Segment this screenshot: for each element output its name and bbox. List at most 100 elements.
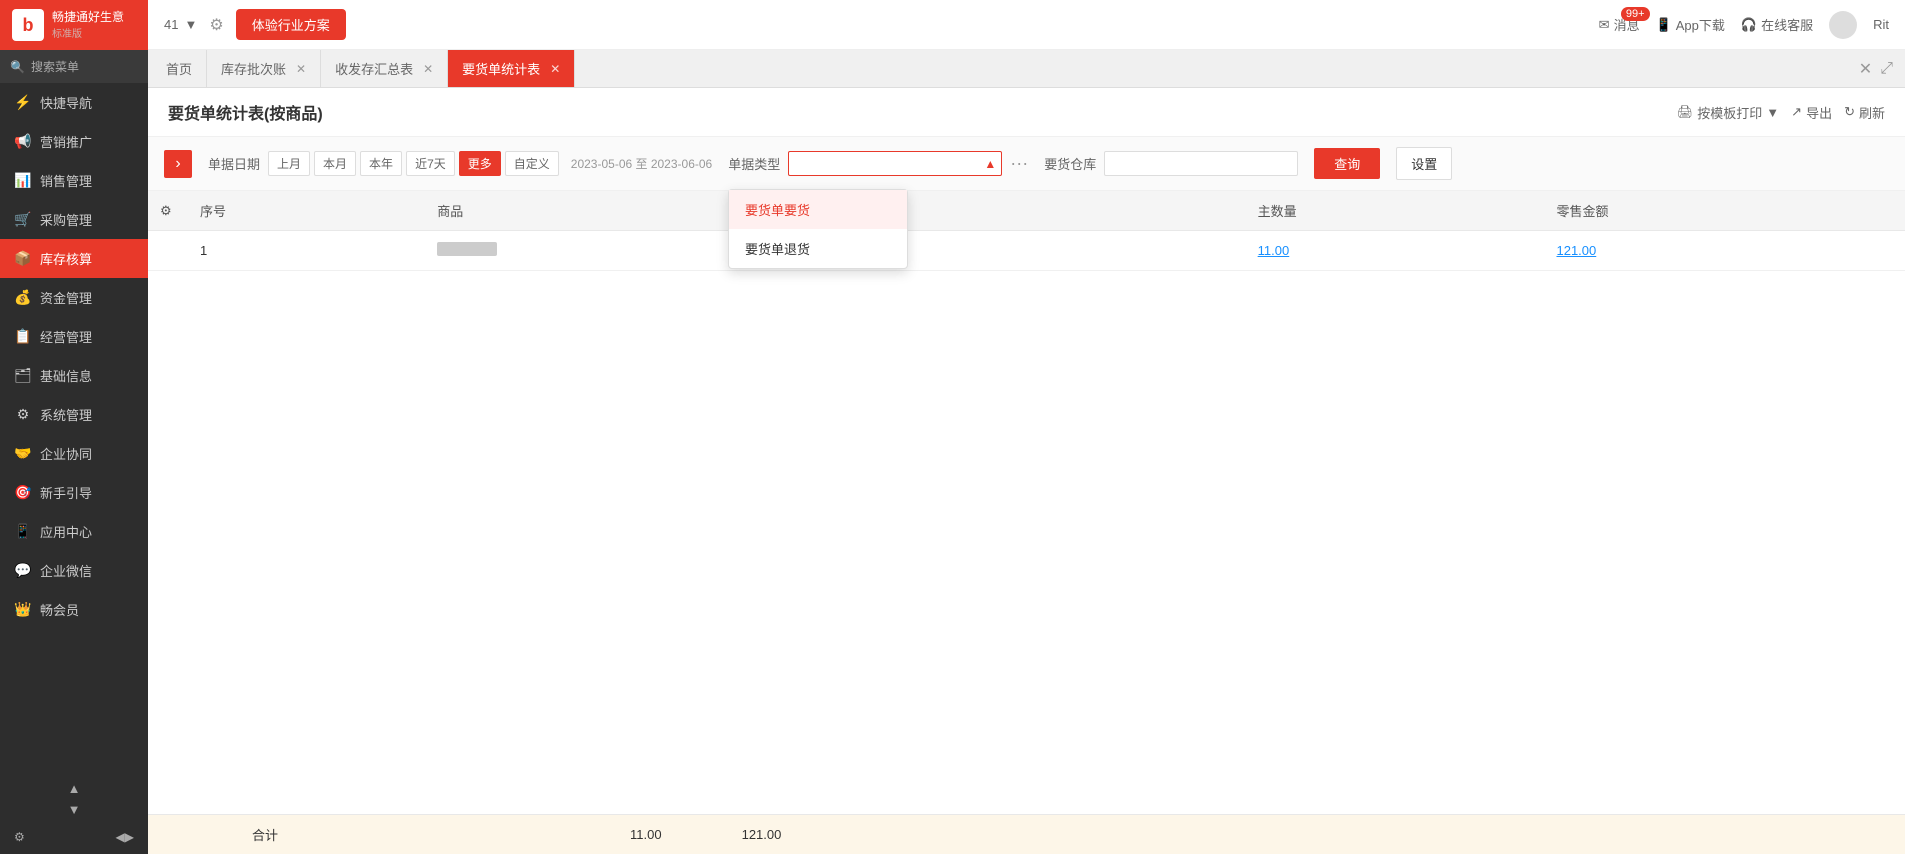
filter-expand-button[interactable]: › [164, 150, 192, 178]
amount-value[interactable]: 121.00 [1556, 243, 1596, 258]
search-menu-item[interactable]: 🔍 搜索菜单 [0, 50, 148, 83]
logo-icon: b [12, 9, 44, 41]
user-avatar[interactable] [1829, 11, 1857, 39]
sidebar-item-enterprise[interactable]: 🤝企业协同 [0, 434, 148, 473]
type-select-input[interactable] [788, 151, 1002, 176]
app-name: 畅捷通好生意 [52, 10, 124, 26]
table-footer: 合计 11.00 121.00 [148, 814, 1905, 854]
purchase-icon: 🛒 [14, 211, 32, 229]
user-name: Rit [1873, 17, 1889, 32]
search-icon: 🔍 [10, 60, 25, 74]
footer-amount: 121.00 [702, 827, 822, 842]
qty-value[interactable]: 11.00 [1258, 243, 1290, 258]
sidebar-item-base-info[interactable]: 🗂基础信息 [0, 356, 148, 395]
sidebar-item-marketing-promo[interactable]: 📢营销推广 [0, 122, 148, 161]
collect-summary-close-icon[interactable]: ✕ [423, 62, 433, 76]
cell-amount: 121.00 [1544, 231, 1905, 271]
cell-settings [148, 231, 188, 271]
order-stats-close-icon[interactable]: ✕ [550, 62, 560, 76]
print-icon: 🖨 [1677, 104, 1694, 120]
sidebar: b 畅捷通好生意 标准版 🔍 搜索菜单 ⚡快捷导航📢营销推广📊销售管理🛒采购管理… [0, 0, 148, 854]
dropdown-item-goods[interactable]: 要货单要货 [729, 190, 907, 229]
home-tab-label: 首页 [166, 59, 192, 78]
th-settings[interactable]: ⚙ [148, 191, 188, 231]
sidebar-item-shortcut[interactable]: ⚡快捷导航 [0, 83, 148, 122]
warehouse-select-input[interactable] [1113, 156, 1289, 171]
sidebar-scroll-down[interactable]: ▼ [0, 799, 148, 820]
warehouse-select-wrapper[interactable] [1104, 151, 1298, 176]
sidebar-item-sales[interactable]: 📊销售管理 [0, 161, 148, 200]
page-actions: 🖨 按模板打印 ▼ ↗ 导出 ↻ 刷新 [1677, 103, 1885, 122]
tab-home[interactable]: 首页 [152, 50, 207, 87]
date-filter-label: 单据日期 [208, 154, 260, 173]
nav-label-members: 畅会员 [40, 600, 79, 619]
footer-label: 合计 [240, 825, 290, 844]
sidebar-item-purchase[interactable]: 🛒采购管理 [0, 200, 148, 239]
print-button[interactable]: 🖨 按模板打印 ▼ [1677, 103, 1779, 122]
table-header-row: ⚙ 序号 商品 主计量单位 主数量 零售金额 [148, 191, 1905, 231]
th-qty: 主数量 [1246, 191, 1545, 231]
sidebar-item-app-center[interactable]: 📱应用中心 [0, 512, 148, 551]
headset-icon: 🎧 [1741, 17, 1757, 33]
base-info-icon: 🗂 [14, 367, 32, 385]
cell-no: 1 [188, 231, 425, 271]
page-content: 要货单统计表(按商品) 🖨 按模板打印 ▼ ↗ 导出 ↻ 刷新 › [148, 88, 1905, 854]
table-head: ⚙ 序号 商品 主计量单位 主数量 零售金额 [148, 191, 1905, 231]
th-no: 序号 [188, 191, 425, 231]
mobile-icon: 📱 [1656, 17, 1672, 33]
message-badge-item[interactable]: ✉ 消息 99+ [1599, 15, 1640, 34]
sidebar-item-members[interactable]: 👑畅会员 [0, 590, 148, 629]
shortcut-icon: ⚡ [14, 94, 32, 112]
sidebar-item-system[interactable]: ⚙系统管理 [0, 395, 148, 434]
date-btn-this-month[interactable]: 本月 [314, 151, 356, 176]
batch-account-label: 库存批次账 [221, 59, 286, 78]
operations-icon: 📋 [14, 328, 32, 346]
settings-button[interactable]: 设置 [1396, 147, 1452, 180]
header-settings-icon[interactable]: ⚙ [209, 15, 223, 35]
type-dropdown: 要货单要货 要货单退货 [728, 189, 908, 269]
sidebar-item-newbie[interactable]: 🎯新手引导 [0, 473, 148, 512]
message-icon: ✉ [1599, 17, 1610, 33]
dropdown-item-return[interactable]: 要货单退货 [729, 229, 907, 268]
tab-batch-account[interactable]: 库存批次账 ✕ [207, 50, 321, 87]
nav-label-newbie: 新手引导 [40, 483, 92, 502]
header-right: ✉ 消息 99+ 📱 App下载 🎧 在线客服 Rit [1599, 11, 1889, 39]
nav-label-wechat-biz: 企业微信 [40, 561, 92, 580]
export-button[interactable]: ↗ 导出 [1791, 103, 1832, 122]
trial-button[interactable]: 体验行业方案 [236, 9, 346, 40]
tabs-expand-icon[interactable]: ⤢ [1880, 60, 1893, 78]
cell-qty: 11.00 [1246, 231, 1545, 271]
sidebar-toggle-icon[interactable]: ◀▶ [116, 830, 134, 844]
sidebar-item-wechat-biz[interactable]: 💬企业微信 [0, 551, 148, 590]
query-button[interactable]: 查询 [1314, 148, 1380, 179]
batch-account-close-icon[interactable]: ✕ [296, 62, 306, 76]
sidebar-scroll-up[interactable]: ▲ [0, 778, 148, 799]
nav-label-system: 系统管理 [40, 405, 92, 424]
date-btn-more[interactable]: 更多 [459, 151, 501, 176]
store-dropdown-icon: ▼ [184, 17, 197, 32]
tabs-actions: ✕ ⤢ [1859, 59, 1901, 79]
date-buttons: 上月 本月 本年 近7天 更多 自定义 [268, 151, 559, 176]
tab-order-stats[interactable]: 要货单统计表 ✕ [448, 50, 575, 87]
tab-collect-summary[interactable]: 收发存汇总表 ✕ [321, 50, 448, 87]
app-center-icon: 📱 [14, 523, 32, 541]
refresh-button[interactable]: ↻ 刷新 [1844, 103, 1885, 122]
date-btn-this-year[interactable]: 本年 [360, 151, 402, 176]
sidebar-item-inventory[interactable]: 📦库存核算 [0, 239, 148, 278]
tabs-close-all-icon[interactable]: ✕ [1859, 59, 1872, 79]
date-btn-last-month[interactable]: 上月 [268, 151, 310, 176]
online-service-item[interactable]: 🎧 在线客服 [1741, 15, 1813, 34]
tabs-bar: 首页 库存批次账 ✕ 收发存汇总表 ✕ 要货单统计表 ✕ ✕ ⤢ [148, 50, 1905, 88]
date-btn-custom[interactable]: 自定义 [505, 151, 559, 176]
search-menu-label: 搜索菜单 [31, 58, 79, 75]
app-download-item[interactable]: 📱 App下载 [1656, 15, 1725, 34]
sidebar-bottom: ⚙ ◀▶ [0, 820, 148, 854]
export-label: 导出 [1806, 103, 1832, 122]
sidebar-item-finance[interactable]: 💰资金管理 [0, 278, 148, 317]
store-selector[interactable]: 41 ▼ [164, 17, 197, 32]
date-btn-7days[interactable]: 近7天 [406, 151, 455, 176]
type-filter-more-icon[interactable]: ··· [1010, 153, 1028, 174]
sidebar-item-operations[interactable]: 📋经营管理 [0, 317, 148, 356]
collect-summary-label: 收发存汇总表 [335, 59, 413, 78]
settings-icon[interactable]: ⚙ [14, 830, 25, 844]
